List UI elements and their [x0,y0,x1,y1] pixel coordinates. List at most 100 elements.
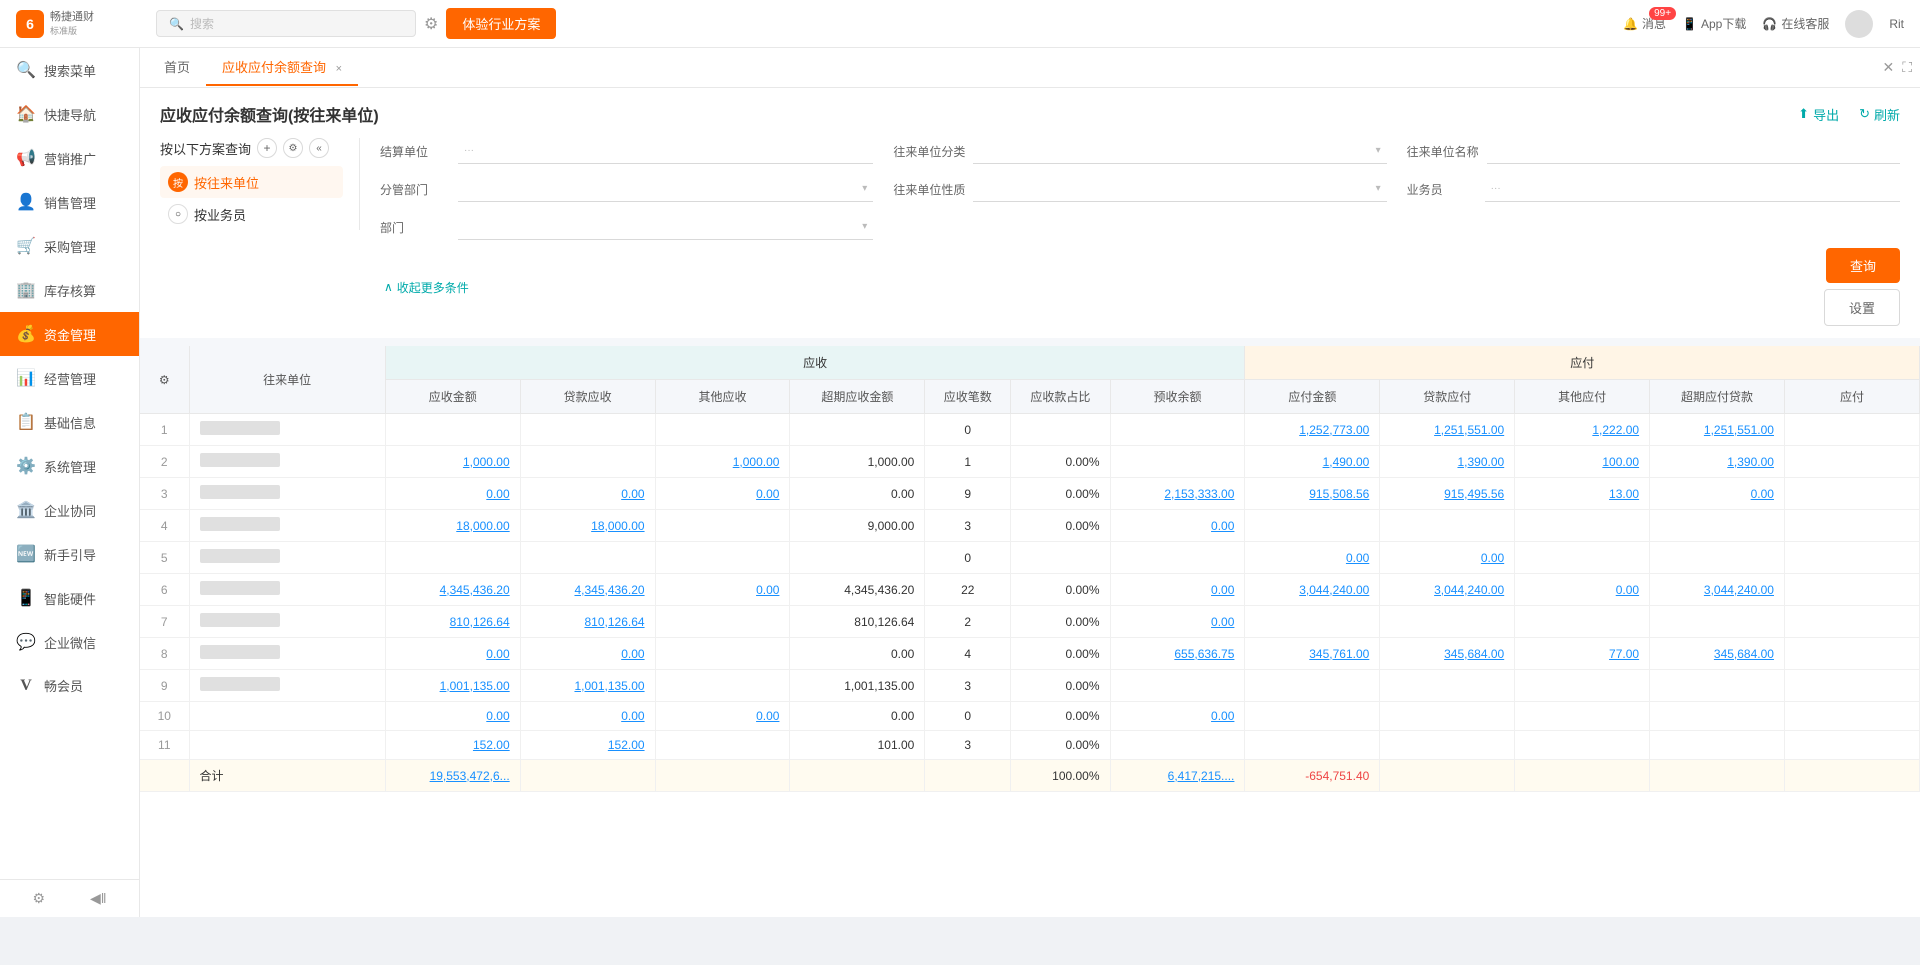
table-cell[interactable]: 0.00 [385,638,520,670]
table-container[interactable]: ⚙ 往来单位 应收 应付 应收金额 贷款应收 其他应收 超期应收金额 应收笔数 [140,346,1920,917]
table-cell[interactable]: 0.00 [1380,542,1515,574]
amount-link[interactable]: 0.00 [1346,551,1369,565]
table-cell[interactable]: 1,222.00 [1515,414,1650,446]
tab-maximize-icon[interactable]: ⛶ [1902,59,1912,76]
notification-button[interactable]: 🔔 消息 99+ [1623,15,1666,32]
amount-link[interactable]: 18,000.00 [591,519,644,533]
amount-link[interactable]: 0.00 [1481,551,1504,565]
settings-button[interactable]: 设置 [1824,289,1900,326]
export-button[interactable]: ⬆ 导出 [1798,105,1839,124]
amount-link[interactable]: 0.00 [756,487,779,501]
table-cell[interactable]: 1,251,551.00 [1650,414,1785,446]
field-input-salesperson[interactable]: ··· [1485,176,1900,202]
table-cell[interactable]: 3,044,240.00 [1245,574,1380,606]
table-cell[interactable]: 0.00 [520,702,655,731]
table-cell[interactable]: 152.00 [385,731,520,760]
sidebar-item-enterprise[interactable]: 🏛️ 企业协同 [0,488,139,532]
table-cell[interactable]: 2,153,333.00 [1110,478,1245,510]
sidebar-item-weixin[interactable]: 💬 企业微信 [0,620,139,664]
table-cell[interactable]: 18,000.00 [385,510,520,542]
table-cell[interactable]: 1,000.00 [655,446,790,478]
table-cell[interactable]: 0.00 [1515,574,1650,606]
table-cell[interactable]: 18,000.00 [520,510,655,542]
sidebar-item-sales[interactable]: 👤 销售管理 [0,180,139,224]
table-cell[interactable]: 3,044,240.00 [1380,574,1515,606]
sidebar-item-marketing[interactable]: 📢 营销推广 [0,136,139,180]
tab-close-window-icon[interactable]: ✕ [1882,59,1894,76]
refresh-button[interactable]: ↻ 刷新 [1859,105,1900,124]
amount-link[interactable]: 0.00 [1211,709,1234,723]
amount-link[interactable]: 2,153,333.00 [1164,487,1234,501]
amount-link[interactable]: 3,044,240.00 [1299,583,1369,597]
scheme-by-company[interactable]: 按 按往来单位 [160,166,343,198]
amount-link[interactable]: 1,252,773.00 [1299,423,1369,437]
avatar[interactable] [1845,10,1873,38]
amount-link[interactable]: 1,490.00 [1323,455,1370,469]
amount-link[interactable]: 810,126.64 [584,615,644,629]
amount-link[interactable]: 915,508.56 [1309,487,1369,501]
amount-link[interactable]: 3,044,240.00 [1434,583,1504,597]
amount-link[interactable]: 100.00 [1602,455,1639,469]
table-cell[interactable]: 0.00 [1110,702,1245,731]
table-cell[interactable]: 13.00 [1515,478,1650,510]
sidebar-item-search[interactable]: 🔍 搜索菜单 [0,48,139,92]
amount-link[interactable]: 1,390.00 [1457,455,1504,469]
amount-link[interactable]: 0.00 [1211,519,1234,533]
amount-link[interactable]: 13.00 [1609,487,1639,501]
table-cell[interactable]: 0.00 [655,574,790,606]
field-input-dept[interactable]: ▾ [458,214,873,240]
table-cell[interactable]: 77.00 [1515,638,1650,670]
scheme-by-staff[interactable]: ○ 按业务员 [160,198,343,230]
amount-link[interactable]: 18,000.00 [456,519,509,533]
table-cell[interactable]: 915,495.56 [1380,478,1515,510]
amount-link[interactable]: 1,000.00 [463,455,510,469]
table-cell[interactable]: 0.00 [1650,478,1785,510]
sidebar-collapse-button[interactable]: ◀‖ [90,890,107,907]
amount-link[interactable]: 810,126.64 [450,615,510,629]
amount-link[interactable]: 0.00 [756,583,779,597]
table-cell[interactable]: 0.00 [655,702,790,731]
amount-link[interactable]: 345,761.00 [1309,647,1369,661]
amount-link[interactable]: 1,001,135.00 [574,679,644,693]
amount-link[interactable]: 0.00 [486,487,509,501]
amount-link[interactable]: 4,345,436.20 [440,583,510,597]
amount-link[interactable]: 1,251,551.00 [1434,423,1504,437]
scheme-collapse-button[interactable]: « [309,138,329,158]
table-cell[interactable]: 0.00 [520,638,655,670]
amount-link[interactable]: 1,390.00 [1727,455,1774,469]
scheme-settings-button[interactable]: ⚙ [283,138,303,158]
table-cell[interactable]: 915,508.56 [1245,478,1380,510]
footer-cell[interactable]: 19,553,472,6... [385,760,520,792]
sidebar-item-basic[interactable]: 📋 基础信息 [0,400,139,444]
table-cell[interactable]: 0.00 [1110,574,1245,606]
amount-link[interactable]: 0.00 [1211,583,1234,597]
amount-link[interactable]: 0.00 [1616,583,1639,597]
query-button[interactable]: 查询 [1826,248,1900,283]
field-input-partner-name[interactable] [1487,138,1900,164]
amount-link[interactable]: 915,495.56 [1444,487,1504,501]
table-cell[interactable]: 0.00 [1110,606,1245,638]
tab-home[interactable]: 首页 [148,49,206,86]
table-cell[interactable]: 4,345,436.20 [520,574,655,606]
app-download-button[interactable]: 📱 App下载 [1682,15,1746,32]
sidebar-item-system[interactable]: ⚙️ 系统管理 [0,444,139,488]
table-settings-icon[interactable]: ⚙ [159,373,170,387]
field-input-settlement[interactable]: ··· [458,138,873,164]
col-header-settings[interactable]: ⚙ [140,346,189,414]
search-bar[interactable]: 🔍 搜索 [156,10,416,37]
sidebar-item-finance[interactable]: 💰 资金管理 [0,312,139,356]
footer-cell[interactable]: 6,417,215.... [1110,760,1245,792]
amount-link[interactable]: 152.00 [608,738,645,752]
table-cell[interactable]: 1,490.00 [1245,446,1380,478]
tab-receivable[interactable]: 应收应付余额查询 × [206,49,358,86]
table-cell[interactable]: 4,345,436.20 [385,574,520,606]
amount-link[interactable]: 3,044,240.00 [1704,583,1774,597]
table-cell[interactable]: 345,684.00 [1380,638,1515,670]
amount-link[interactable]: 0.00 [756,709,779,723]
sidebar-item-operation[interactable]: 📊 经营管理 [0,356,139,400]
table-cell[interactable]: 100.00 [1515,446,1650,478]
table-cell[interactable]: 0.00 [385,478,520,510]
field-input-partner-nature[interactable]: ▾ [973,176,1386,202]
settings-icon[interactable]: ⚙ [424,14,438,34]
amount-link[interactable]: 345,684.00 [1714,647,1774,661]
